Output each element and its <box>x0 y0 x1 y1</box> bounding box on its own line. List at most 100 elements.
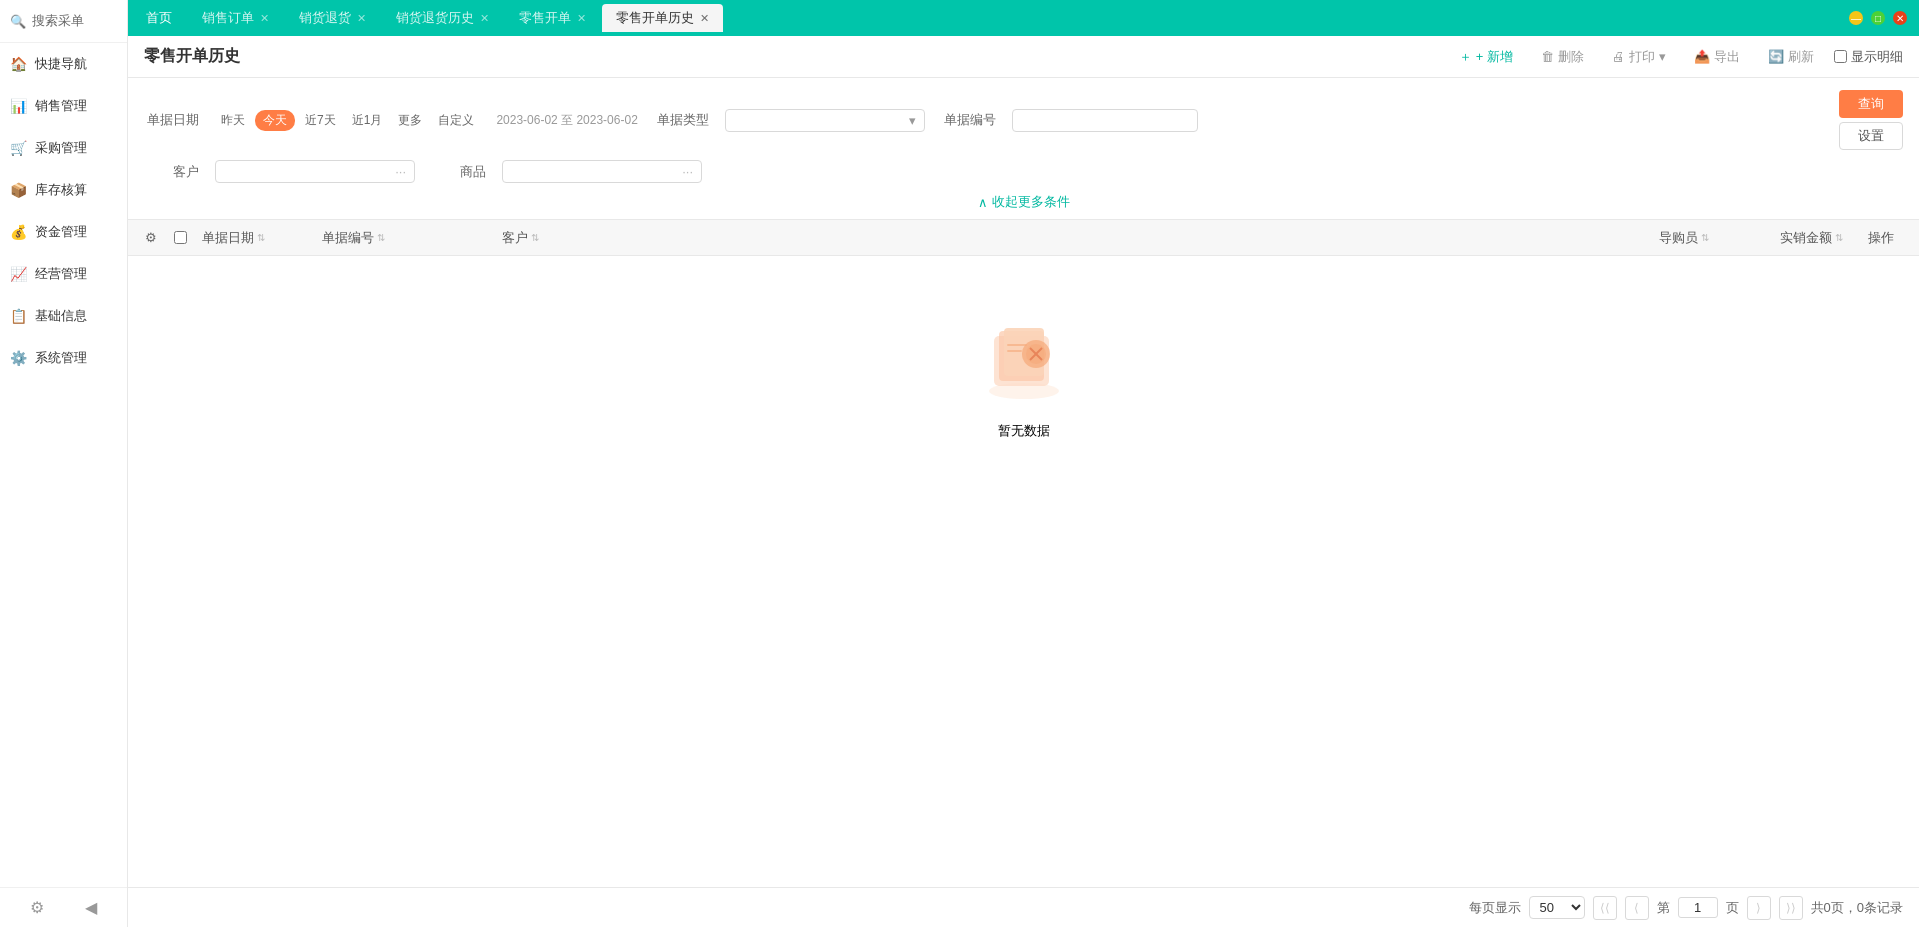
th-customer-label: 客户 <box>502 229 528 247</box>
collapse-sidebar-btn[interactable]: ◀ <box>85 898 97 917</box>
filter-area: 单据日期 昨天 今天 近7天 近1月 更多 自定义 2023-06-02 至 2… <box>128 78 1919 220</box>
tab-sales-return-label: 销货退货 <box>299 9 351 27</box>
tab-sales-return-close[interactable]: ✕ <box>357 12 366 25</box>
tab-retail-open-close[interactable]: ✕ <box>577 12 586 25</box>
sidebar-item-finance[interactable]: 💰 资金管理 <box>0 211 127 253</box>
refresh-label: 刷新 <box>1788 48 1814 66</box>
th-customer[interactable]: 客户 ⇅ <box>494 229 1651 247</box>
goods-more-icon[interactable]: ··· <box>682 164 693 179</box>
table-select-all[interactable] <box>166 231 194 244</box>
sort-billno-icon: ⇅ <box>377 232 385 243</box>
sort-guide-icon: ⇅ <box>1701 232 1709 243</box>
display-detail-input[interactable] <box>1834 50 1847 63</box>
bill-no-input[interactable] <box>1012 109 1198 132</box>
sidebar-item-quick-nav[interactable]: 🏠 快捷导航 <box>0 43 127 85</box>
refresh-button[interactable]: 🔄 刷新 <box>1760 44 1822 70</box>
print-arrow-icon: ▾ <box>1659 49 1666 64</box>
sidebar-item-basic-info[interactable]: 📋 基础信息 <box>0 295 127 337</box>
box-icon: 📦 <box>10 182 27 198</box>
tab-home[interactable]: 首页 <box>132 4 186 32</box>
query-button[interactable]: 查询 <box>1839 90 1903 118</box>
minimize-button[interactable]: — <box>1849 11 1863 25</box>
customer-more-icon[interactable]: ··· <box>395 164 406 179</box>
cart-icon: 🛒 <box>10 140 27 156</box>
delete-button[interactable]: 🗑 删除 <box>1533 44 1592 70</box>
empty-text: 暂无数据 <box>998 422 1050 440</box>
page-title: 零售开单历史 <box>144 46 240 67</box>
sidebar-item-operation[interactable]: 📈 经营管理 <box>0 253 127 295</box>
select-all-checkbox[interactable] <box>174 231 187 244</box>
tab-sales-return-history-close[interactable]: ✕ <box>480 12 489 25</box>
table-container: ⚙ 单据日期 ⇅ 单据编号 ⇅ 客户 ⇅ 导购员 ⇅ 实销金额 ⇅ <box>128 220 1919 887</box>
add-button[interactable]: ＋ + 新增 <box>1451 44 1521 70</box>
th-amount-label: 实销金额 <box>1780 229 1832 247</box>
th-guide-label: 导购员 <box>1659 229 1698 247</box>
date-btn-today[interactable]: 今天 <box>255 110 295 131</box>
prev-page-btn[interactable]: ⟨ <box>1625 896 1649 920</box>
date-btn-more[interactable]: 更多 <box>392 110 428 131</box>
th-date[interactable]: 单据日期 ⇅ <box>194 229 314 247</box>
filter-row-2: 客户 ··· 商品 ··· <box>144 160 1903 183</box>
tab-sales-order-close[interactable]: ✕ <box>260 12 269 25</box>
export-button[interactable]: 📤 导出 <box>1686 44 1748 70</box>
first-page-btn[interactable]: ⟨⟨ <box>1593 896 1617 920</box>
close-button[interactable]: ✕ <box>1893 11 1907 25</box>
clipboard-icon: 📋 <box>10 308 27 324</box>
main-content: 首页 销售订单 ✕ 销货退货 ✕ 销货退货历史 ✕ 零售开单 ✕ 零售开单历史 … <box>128 0 1919 927</box>
tab-retail-open[interactable]: 零售开单 ✕ <box>505 4 600 32</box>
tab-sales-return-history-label: 销货退货历史 <box>396 9 474 27</box>
filter-row-1: 单据日期 昨天 今天 近7天 近1月 更多 自定义 2023-06-02 至 2… <box>144 90 1903 150</box>
tab-retail-history-close[interactable]: ✕ <box>700 12 709 25</box>
sidebar-item-purchase-mgmt[interactable]: 🛒 采购管理 <box>0 127 127 169</box>
sidebar-item-label: 资金管理 <box>35 223 87 241</box>
tab-retail-history[interactable]: 零售开单历史 ✕ <box>602 4 723 32</box>
sidebar-nav: 🏠 快捷导航 📊 销售管理 🛒 采购管理 📦 库存核算 💰 资金管理 📈 经营管… <box>0 43 127 887</box>
date-btn-last1m[interactable]: 近1月 <box>346 110 389 131</box>
sort-customer-icon: ⇅ <box>531 232 539 243</box>
sidebar-item-label: 基础信息 <box>35 307 87 325</box>
bill-type-select[interactable]: ▾ <box>725 109 925 132</box>
collapse-label: 收起更多条件 <box>992 193 1070 211</box>
date-btn-last7[interactable]: 近7天 <box>299 110 342 131</box>
tab-sales-return[interactable]: 销货退货 ✕ <box>285 4 380 32</box>
tab-home-label: 首页 <box>146 9 172 27</box>
sidebar-item-system[interactable]: ⚙️ 系统管理 <box>0 337 127 379</box>
date-btn-yesterday[interactable]: 昨天 <box>215 110 251 131</box>
sidebar-item-sales-mgmt[interactable]: 📊 销售管理 <box>0 85 127 127</box>
delete-label: 删除 <box>1558 48 1584 66</box>
export-label: 导出 <box>1714 48 1740 66</box>
next-page-btn[interactable]: ⟩ <box>1747 896 1771 920</box>
empty-state: 暂无数据 <box>128 256 1919 500</box>
svg-rect-8 <box>1007 344 1027 346</box>
maximize-button[interactable]: □ <box>1871 11 1885 25</box>
print-icon: 🖨 <box>1612 49 1625 64</box>
tab-sales-return-history[interactable]: 销货退货历史 ✕ <box>382 4 503 32</box>
collapse-filter-btn[interactable]: ∧ 收起更多条件 <box>978 193 1070 211</box>
table-settings-icon[interactable]: ⚙ <box>136 230 166 245</box>
print-button[interactable]: 🖨 打印 ▾ <box>1604 44 1674 70</box>
per-page-select[interactable]: 50 10 20 100 <box>1529 896 1585 919</box>
sidebar-item-label: 销售管理 <box>35 97 87 115</box>
search-button[interactable]: 🔍 搜索采单 <box>0 0 127 43</box>
money-icon: 💰 <box>10 224 27 240</box>
action-buttons: 查询 设置 <box>1839 90 1903 150</box>
settings-footer-btn[interactable]: ⚙ <box>30 898 44 917</box>
page-number-input[interactable] <box>1678 897 1718 918</box>
search-label: 搜索采单 <box>32 12 84 30</box>
sidebar-item-inventory[interactable]: 📦 库存核算 <box>0 169 127 211</box>
sidebar-item-label: 快捷导航 <box>35 55 87 73</box>
last-page-btn[interactable]: ⟩⟩ <box>1779 896 1803 920</box>
refresh-icon: 🔄 <box>1768 49 1784 64</box>
th-billno[interactable]: 单据编号 ⇅ <box>314 229 494 247</box>
th-guide[interactable]: 导购员 ⇅ <box>1651 229 1751 247</box>
settings-button[interactable]: 设置 <box>1839 122 1903 150</box>
date-btn-custom[interactable]: 自定义 <box>432 110 480 131</box>
th-billno-label: 单据编号 <box>322 229 374 247</box>
home-icon: 🏠 <box>10 56 27 72</box>
tab-sales-order[interactable]: 销售订单 ✕ <box>188 4 283 32</box>
bill-type-label: 单据类型 <box>654 111 709 129</box>
th-action-label: 操作 <box>1868 229 1894 247</box>
display-detail-checkbox[interactable]: 显示明细 <box>1834 48 1903 66</box>
th-amount[interactable]: 实销金额 ⇅ <box>1751 229 1851 247</box>
sidebar-footer: ⚙ ◀ <box>0 887 127 927</box>
